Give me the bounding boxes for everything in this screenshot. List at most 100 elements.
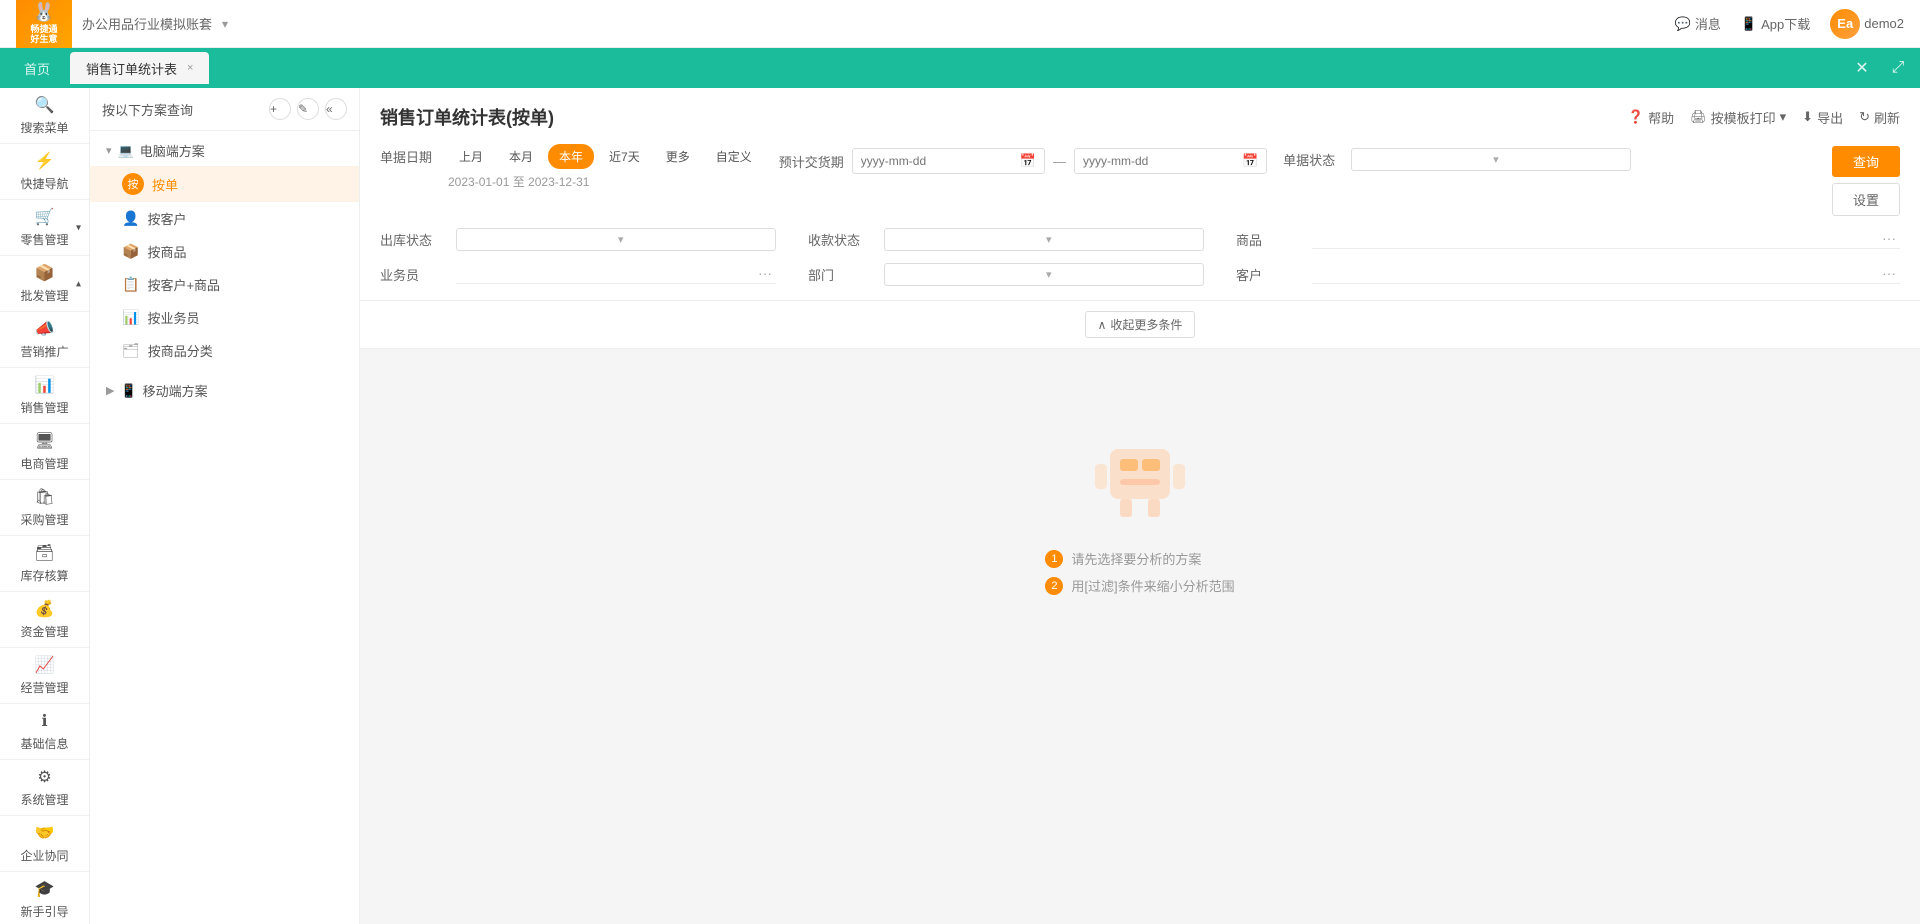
sidebar-item-purchase-mgmt[interactable]: 🛍 采购管理 xyxy=(0,480,89,536)
empty-hint-2: 2 用[过滤]条件来缩小分析范围 xyxy=(1045,576,1234,595)
tree-item-by-product[interactable]: 📦 按商品 xyxy=(90,235,359,268)
tabbar: 首页 销售订单统计表 × ✕ ⤢ xyxy=(0,48,1920,88)
expected-date-end-input[interactable]: 📅 xyxy=(1074,148,1267,174)
app-download-btn[interactable]: 📱 App下载 xyxy=(1741,14,1810,33)
filter-row-2: 出库状态 ▾ 收款状态 ▾ 商品 ··· xyxy=(380,228,1900,251)
sidebar-item-enterprise-agreement[interactable]: 🤝 企业协同 xyxy=(0,816,89,872)
department-select-chevron: ▾ xyxy=(1046,268,1195,281)
tab-label: 销售订单统计表 xyxy=(86,59,177,78)
tab-home[interactable]: 首页 xyxy=(8,52,66,84)
date-btn-this-year[interactable]: 本年 xyxy=(548,144,594,169)
tree-group-pc: ▾ 💻 电脑端方案 按 按单 👤 按客户 📦 按商品 📋 xyxy=(90,131,359,371)
wholesale-mgmt-icon: 📦 xyxy=(35,263,55,283)
customer-more-btn[interactable]: ··· xyxy=(1878,265,1900,281)
basic-info-icon: ℹ xyxy=(41,711,47,731)
page-actions: ❓ 帮助 🖨 按模板打印 ▾ ⬇ 导出 ↻ 刷新 xyxy=(1628,108,1900,127)
sidebar-item-system-mgmt[interactable]: ⚙ 系统管理 xyxy=(0,760,89,816)
tree-item-by-salesperson[interactable]: 📊 按业务员 xyxy=(90,301,359,334)
topbar: 🐰 畅捷通 好生意 办公用品行业模拟账套 ▾ 💬 消息 📱 App下载 Ea d… xyxy=(0,0,1920,48)
sidebar-item-marketing[interactable]: 📣 营销推广 xyxy=(0,312,89,368)
help-icon: ❓ xyxy=(1628,109,1644,125)
expected-date-end-field[interactable] xyxy=(1083,154,1238,168)
collapse-panel-btn[interactable]: « xyxy=(325,98,347,120)
tab-close-icon[interactable]: × xyxy=(187,62,193,74)
status-filter-row: 单据状态 ▾ xyxy=(1283,148,1631,171)
sidebar-item-operations-mgmt[interactable]: 📈 经营管理 xyxy=(0,648,89,704)
salesperson-icon: 📊 xyxy=(122,309,139,326)
expected-date-start-input[interactable]: 📅 xyxy=(852,148,1045,174)
add-scheme-btn[interactable]: + xyxy=(269,98,291,120)
status-select-chevron: ▾ xyxy=(1493,153,1622,166)
chevron-right-icon: ▶ xyxy=(106,384,114,397)
template-print-btn[interactable]: 🖨 按模板打印 ▾ xyxy=(1690,108,1786,127)
tab-close-btn[interactable]: ✕ xyxy=(1848,54,1876,82)
sidebar-item-new-guide[interactable]: 🎓 新手引导 xyxy=(0,872,89,924)
tree-item-by-product-category[interactable]: 🗂 按商品分类 xyxy=(90,334,359,367)
customer-product-icon: 📋 xyxy=(122,276,139,293)
sidebar-item-quick-nav[interactable]: ⚡ 快捷导航 xyxy=(0,144,89,200)
retail-mgmt-icon: 🛒 xyxy=(35,207,55,227)
tab-sales-order-stats[interactable]: 销售订单统计表 × xyxy=(70,52,209,84)
sidebar-item-sales-mgmt[interactable]: 📊 销售管理 xyxy=(0,368,89,424)
salesperson-more-btn[interactable]: ··· xyxy=(754,265,776,281)
payment-select-chevron: ▾ xyxy=(1046,233,1195,246)
status-label: 单据状态 xyxy=(1283,150,1343,169)
new-guide-icon: 🎓 xyxy=(35,879,55,899)
status-select[interactable]: ▾ xyxy=(1351,148,1631,171)
sidebar-item-basic-info[interactable]: ℹ 基础信息 xyxy=(0,704,89,760)
empty-svg xyxy=(1080,429,1200,529)
date-btn-this-month[interactable]: 本月 xyxy=(498,144,544,169)
tab-expand-btn[interactable]: ⤢ xyxy=(1884,54,1912,82)
tree-item-by-customer[interactable]: 👤 按客户 xyxy=(90,202,359,235)
delivery-select-chevron: ▾ xyxy=(618,233,767,246)
goods-filter-wrap: ··· xyxy=(1312,230,1900,249)
finance-mgmt-icon: 💰 xyxy=(35,599,55,619)
filter-area: 单据日期 上月 本月 本年 近7天 更多 自定义 2023-01-0 xyxy=(360,130,1920,301)
goods-more-btn[interactable]: ··· xyxy=(1878,230,1900,246)
collapse-btn[interactable]: ∧ 收起更多条件 xyxy=(1085,311,1196,338)
expected-date-start-field[interactable] xyxy=(861,154,1016,168)
sidebar-item-finance-mgmt[interactable]: 💰 资金管理 xyxy=(0,592,89,648)
sidebar-item-inventory[interactable]: 🗃 库存核算 xyxy=(0,536,89,592)
settings-btn[interactable]: 设置 xyxy=(1832,183,1900,216)
chevron-down-icon: ▾ xyxy=(76,222,81,233)
message-btn[interactable]: 💬 消息 xyxy=(1675,14,1721,33)
user-menu[interactable]: Ea demo2 xyxy=(1830,9,1904,39)
department-select[interactable]: ▾ xyxy=(884,263,1204,286)
date-label: 单据日期 xyxy=(380,147,440,166)
export-btn[interactable]: ⬇ 导出 xyxy=(1802,108,1843,127)
tree-group-mobile-title[interactable]: ▶ 📱 移动端方案 xyxy=(90,375,359,406)
date-btn-more[interactable]: 更多 xyxy=(655,144,701,169)
tabbar-actions: ✕ ⤢ xyxy=(1848,54,1912,82)
date-btn-last-month[interactable]: 上月 xyxy=(448,144,494,169)
delivery-status-select[interactable]: ▾ xyxy=(456,228,776,251)
payment-status-label: 收款状态 xyxy=(808,230,868,249)
salesperson-label: 业务员 xyxy=(380,265,440,284)
tree-item-by-customer-product[interactable]: 📋 按客户+商品 xyxy=(90,268,359,301)
query-btn[interactable]: 查询 xyxy=(1832,146,1900,177)
content-area: 按以下方案查询 + ✎ « ▾ 💻 电脑端方案 按 xyxy=(90,88,1920,924)
refresh-icon: ↻ xyxy=(1859,109,1870,125)
edit-scheme-btn[interactable]: ✎ xyxy=(297,98,319,120)
expected-date-label: 预计交货期 xyxy=(779,152,844,171)
refresh-btn[interactable]: ↻ 刷新 xyxy=(1859,108,1900,127)
sidebar-item-ecommerce-mgmt[interactable]: 🖥 电商管理 xyxy=(0,424,89,480)
collapse-row[interactable]: ∧ 收起更多条件 xyxy=(360,301,1920,349)
date-btn-custom[interactable]: 自定义 xyxy=(705,144,763,169)
help-btn[interactable]: ❓ 帮助 xyxy=(1628,108,1674,127)
sidebar-item-retail-mgmt[interactable]: 🛒 零售管理 ▾ xyxy=(0,200,89,256)
product-category-icon: 🗂 xyxy=(122,342,140,359)
date-btns: 上月 本月 本年 近7天 更多 自定义 xyxy=(448,144,763,169)
empty-hints: 1 请先选择要分析的方案 2 用[过滤]条件来缩小分析范围 xyxy=(1045,549,1234,595)
payment-status-select[interactable]: ▾ xyxy=(884,228,1204,251)
breadcrumb-dropdown[interactable]: ▾ xyxy=(222,17,228,31)
tree-group-pc-title[interactable]: ▾ 💻 电脑端方案 xyxy=(90,135,359,166)
customer-icon: 👤 xyxy=(122,210,139,227)
date-filter-row: 单据日期 上月 本月 本年 近7天 更多 自定义 xyxy=(380,144,763,169)
topbar-right: 💬 消息 📱 App下载 Ea demo2 xyxy=(1675,9,1904,39)
chevron-down-icon: ▾ xyxy=(106,144,112,157)
date-btn-7days[interactable]: 近7天 xyxy=(598,144,651,169)
sidebar-item-wholesale-mgmt[interactable]: 📦 批发管理 ▴ xyxy=(0,256,89,312)
sidebar-item-search-menu[interactable]: 🔍 搜索菜单 xyxy=(0,88,89,144)
tree-item-by-order[interactable]: 按 按单 xyxy=(90,166,359,202)
